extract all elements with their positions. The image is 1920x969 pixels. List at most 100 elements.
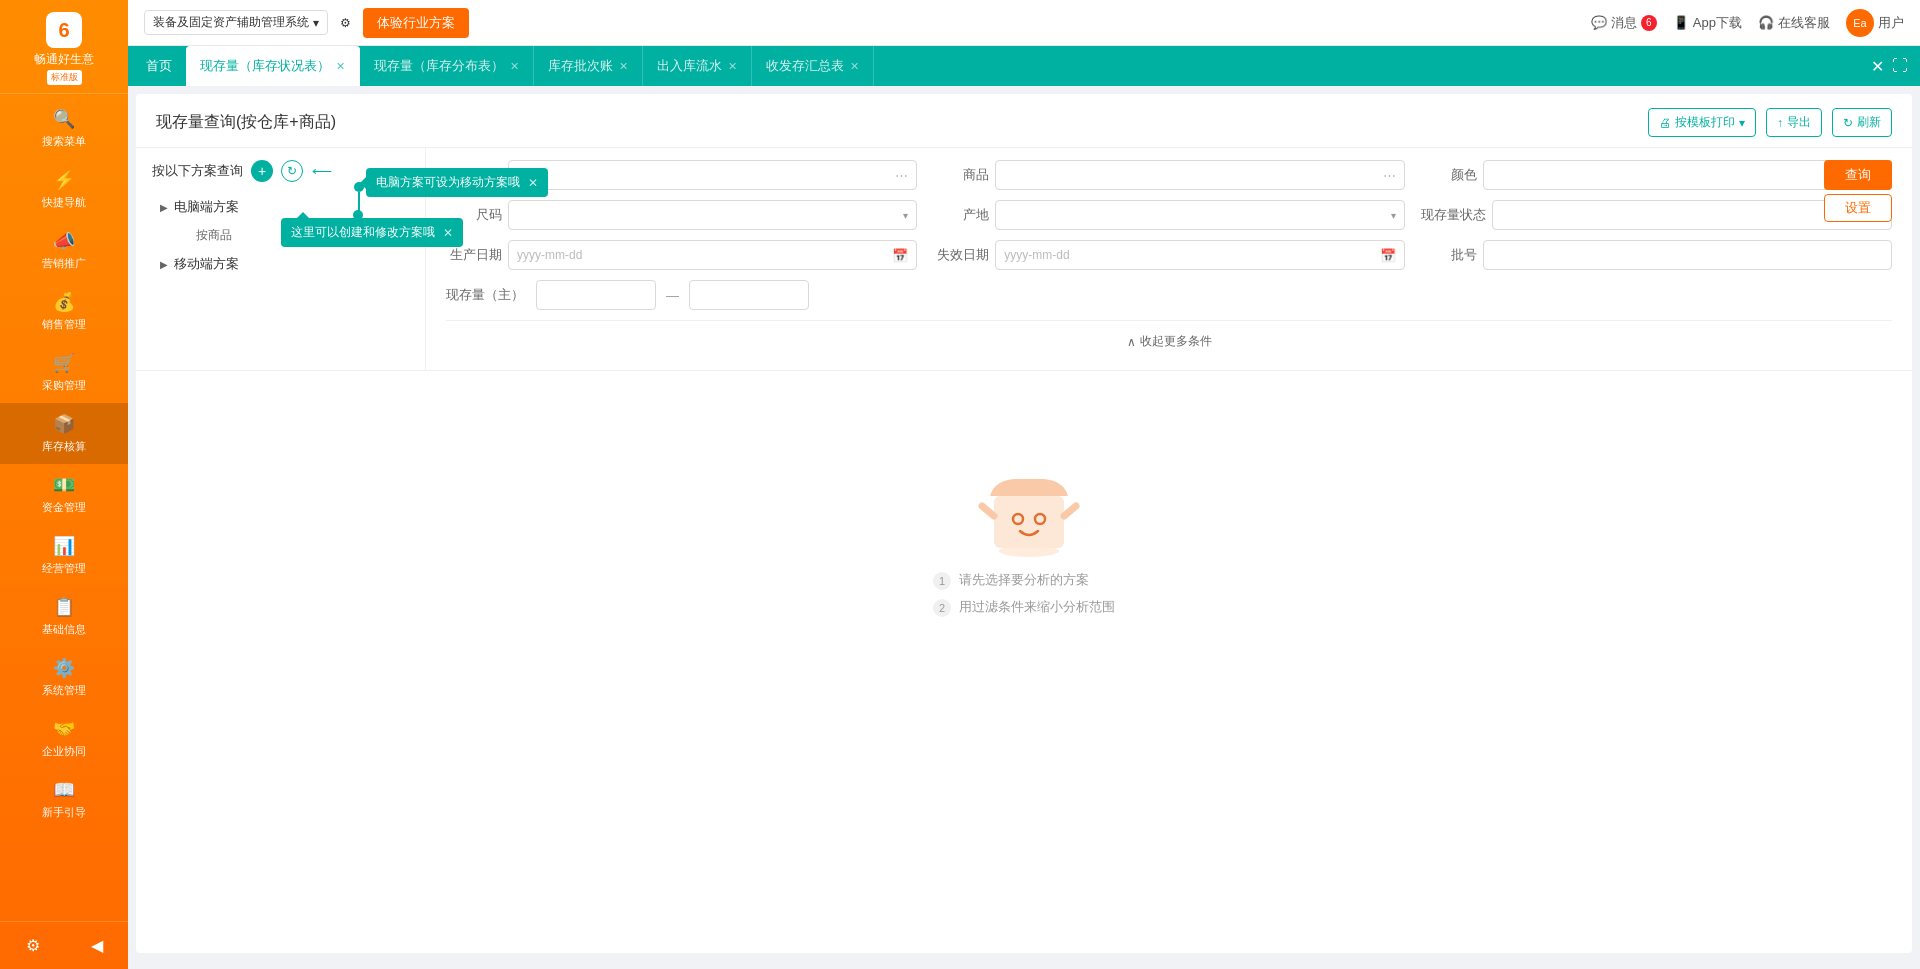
- box-icon: 📦: [53, 413, 75, 435]
- tab-batch-ledger[interactable]: 库存批次账 ✕: [534, 46, 643, 86]
- tab-close-icon[interactable]: ✕: [510, 60, 519, 73]
- notification-btn[interactable]: 💬 消息 6: [1591, 14, 1657, 32]
- stock-qty-from-input[interactable]: [536, 280, 656, 310]
- step-2-text: 用过滤条件来缩小分析范围: [959, 598, 1115, 616]
- collapse-button[interactable]: ∧ 收起更多条件: [1115, 329, 1224, 354]
- filter-row-2: 尺码 ▾ 产地 ▾: [446, 200, 1892, 230]
- sidebar-item-label: 经营管理: [42, 561, 86, 576]
- tabs-right-controls: ✕ ⛶: [1871, 57, 1916, 76]
- production-date-input[interactable]: yyyy-mm-dd 📅: [508, 240, 917, 270]
- size-select[interactable]: ▾: [508, 200, 917, 230]
- empty-step-2: 2 用过滤条件来缩小分析范围: [933, 598, 1115, 617]
- tab-close-icon[interactable]: ✕: [728, 60, 737, 73]
- origin-select[interactable]: ▾: [995, 200, 1404, 230]
- filter-row-4: 现存量（主） —: [446, 280, 1892, 310]
- tabs-bar: 首页 现存量（库存状况表） ✕ 现存量（库存分布表） ✕ 库存批次账 ✕ 出入库…: [128, 46, 1920, 86]
- sidebar-item-finance[interactable]: 💵 资金管理: [0, 464, 128, 525]
- stock-qty-to-input[interactable]: [689, 280, 809, 310]
- tab-inventory-distribution[interactable]: 现存量（库存分布表） ✕: [360, 46, 534, 86]
- scheme-group-pc: ▶ 电脑端方案: [160, 194, 409, 220]
- template-print-button[interactable]: 🖨 按模板打印 ▾: [1648, 108, 1756, 137]
- edit-tooltip-close-btn[interactable]: ✕: [443, 226, 453, 240]
- size-select-arrow-icon: ▾: [903, 210, 908, 221]
- sidebar-menu: 🔍 搜索菜单 ⚡ 快捷导航 📣 营销推广 💰 销售管理 🛒 采购管理 📦 库存核…: [0, 94, 128, 921]
- phone-icon: 📱: [1673, 15, 1689, 30]
- inventory-status-label: 现存量状态: [1421, 206, 1486, 224]
- sidebar-item-sales[interactable]: 💰 销售管理: [0, 281, 128, 342]
- warehouse-input[interactable]: ⋯: [508, 160, 917, 190]
- main-header: 装备及固定资产辅助管理系统 ▾ ⚙ 体验行业方案 💬 消息 6 📱 App下载 …: [128, 0, 1920, 46]
- online-support-label: 在线客服: [1778, 14, 1830, 32]
- sidebar-bottom: ⚙ ◀: [0, 921, 128, 969]
- refresh-icon: ↻: [1843, 116, 1853, 130]
- arrow-scheme-button[interactable]: ⟵: [311, 160, 333, 182]
- connector-line: [358, 192, 360, 212]
- wallet-icon: 💵: [53, 474, 75, 496]
- notification-label: 消息: [1611, 14, 1637, 32]
- sidebar-item-baseinfo[interactable]: 📋 基础信息: [0, 586, 128, 647]
- cart-icon: 🛒: [53, 352, 75, 374]
- refresh-scheme-button[interactable]: ↻: [281, 160, 303, 182]
- tab-inout-flow[interactable]: 出入库流水 ✕: [643, 46, 752, 86]
- industry-plan-button[interactable]: 体验行业方案: [363, 8, 469, 38]
- search-button[interactable]: 查询: [1824, 160, 1892, 190]
- empty-step-1: 1 请先选择要分析的方案: [933, 571, 1115, 590]
- tabs-fullscreen-btn[interactable]: ⛶: [1892, 57, 1908, 75]
- tab-home[interactable]: 首页: [132, 57, 186, 75]
- tabs-close-all-btn[interactable]: ✕: [1871, 57, 1884, 76]
- tab-close-icon[interactable]: ✕: [336, 60, 345, 73]
- online-support-btn[interactable]: 🎧 在线客服: [1758, 14, 1830, 32]
- chart-icon: 📊: [53, 535, 75, 557]
- print-icon: 🖨: [1659, 116, 1671, 130]
- product-dots-icon[interactable]: ⋯: [1383, 168, 1396, 183]
- sidebar-item-inventory[interactable]: 📦 库存核算: [0, 403, 128, 464]
- template-print-label: 按模板打印: [1675, 114, 1735, 131]
- product-input[interactable]: ⋯: [995, 160, 1404, 190]
- scheme-group-pc-label: 电脑端方案: [174, 198, 239, 216]
- scheme-group-mobile-header[interactable]: ▶ 移动端方案: [160, 251, 409, 277]
- tab-close-icon[interactable]: ✕: [619, 60, 628, 73]
- warehouse-dots-icon[interactable]: ⋯: [895, 168, 908, 183]
- refresh-label: 刷新: [1857, 114, 1881, 131]
- sidebar-item-label: 基础信息: [42, 622, 86, 637]
- add-scheme-button[interactable]: +: [251, 160, 273, 182]
- scheme-group-pc-header[interactable]: ▶ 电脑端方案: [160, 194, 409, 220]
- header-right: 💬 消息 6 📱 App下载 🎧 在线客服 Ea 用户: [1591, 9, 1904, 37]
- refresh-button[interactable]: ↻ 刷新: [1832, 108, 1892, 137]
- setting-button[interactable]: 设置: [1824, 194, 1892, 222]
- sidebar-item-marketing[interactable]: 📣 营销推广: [0, 220, 128, 281]
- user-menu[interactable]: Ea 用户: [1846, 9, 1904, 37]
- sidebar-item-guide[interactable]: 📖 新手引导: [0, 769, 128, 830]
- sidebar-item-management[interactable]: 📊 经营管理: [0, 525, 128, 586]
- app-download-btn[interactable]: 📱 App下载: [1673, 14, 1742, 32]
- sidebar-item-label: 快捷导航: [42, 195, 86, 210]
- stock-qty-range-sep: —: [666, 288, 679, 303]
- sidebar-item-search[interactable]: 🔍 搜索菜单: [0, 98, 128, 159]
- batch-number-input[interactable]: [1483, 240, 1892, 270]
- settings-bottom-btn[interactable]: ⚙: [22, 932, 44, 959]
- headset-icon: 🎧: [1758, 15, 1774, 30]
- export-button[interactable]: ↑ 导出: [1766, 108, 1822, 137]
- sidebar-item-system[interactable]: ⚙️ 系统管理: [0, 647, 128, 708]
- scheme-tooltip-text: 电脑方案可设为移动方案哦: [376, 174, 520, 191]
- tab-label: 收发存汇总表: [766, 57, 844, 75]
- scheme-tooltip-close-btn[interactable]: ✕: [528, 176, 538, 190]
- calendar-icon-2[interactable]: 📅: [1380, 248, 1396, 263]
- tab-close-icon[interactable]: ✕: [850, 60, 859, 73]
- tab-summary[interactable]: 收发存汇总表 ✕: [752, 46, 874, 86]
- expiry-date-input[interactable]: yyyy-mm-dd 📅: [995, 240, 1404, 270]
- filter-fields-area: 仓库 ⋯ 商品 ⋯: [426, 148, 1912, 370]
- calendar-icon[interactable]: 📅: [892, 248, 908, 263]
- filter-header-label: 按以下方案查询: [152, 162, 243, 180]
- sidebar-item-cooperation[interactable]: 🤝 企业协同: [0, 708, 128, 769]
- settings-btn[interactable]: ⚙: [340, 16, 351, 30]
- sidebar-item-purchase[interactable]: 🛒 采购管理: [0, 342, 128, 403]
- expiry-date-placeholder: yyyy-mm-dd: [1004, 248, 1069, 262]
- system-selector[interactable]: 装备及固定资产辅助管理系统 ▾: [144, 10, 328, 35]
- sidebar-item-quicknav[interactable]: ⚡ 快捷导航: [0, 159, 128, 220]
- collapse-sidebar-btn[interactable]: ◀: [87, 932, 107, 959]
- filter-product: 商品 ⋯: [933, 160, 1404, 190]
- origin-label: 产地: [933, 206, 989, 224]
- sidebar-item-label: 采购管理: [42, 378, 86, 393]
- tab-inventory-status[interactable]: 现存量（库存状况表） ✕: [186, 46, 360, 86]
